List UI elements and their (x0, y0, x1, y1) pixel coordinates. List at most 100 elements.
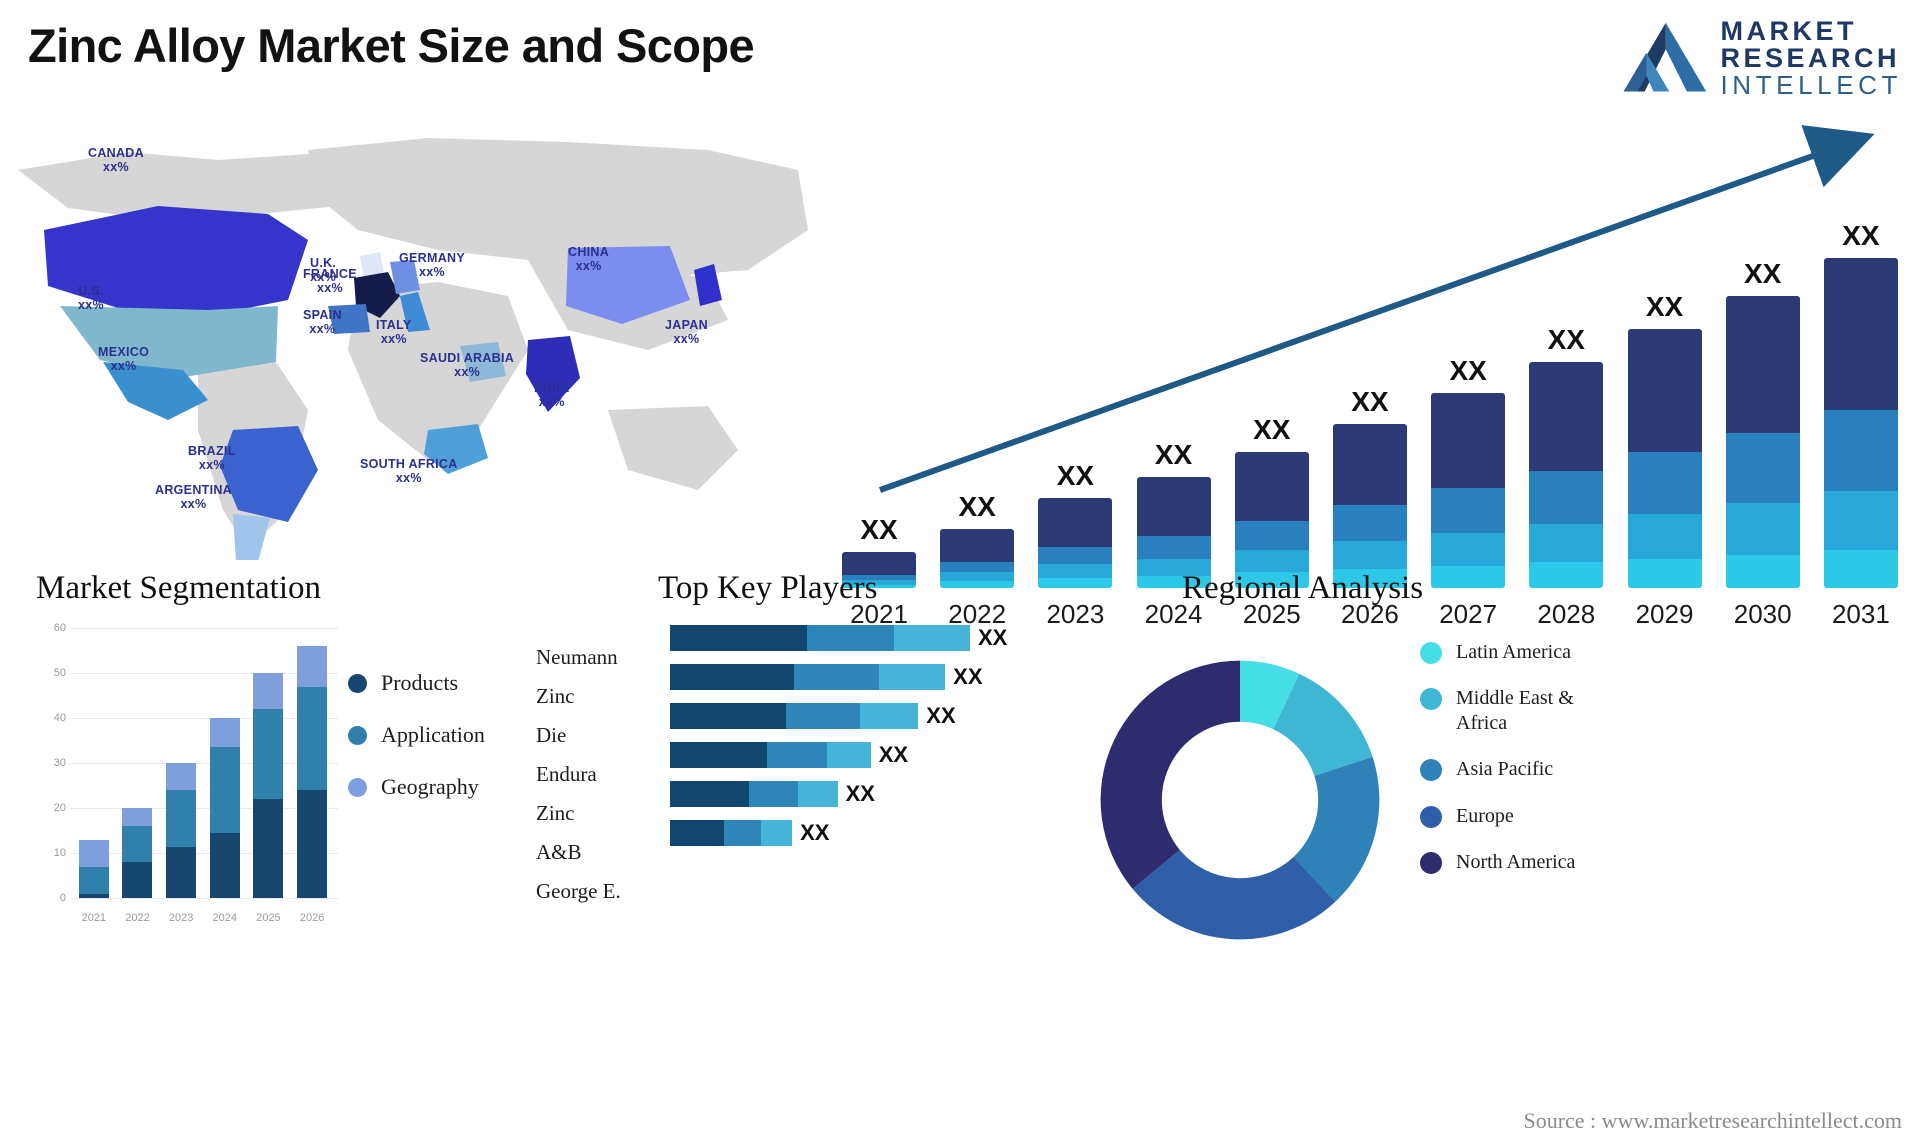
forecast-bar-segment (1627, 328, 1702, 452)
segmentation-legend-item[interactable]: Geography (348, 774, 485, 800)
map-label-country: MEXICO (98, 345, 150, 359)
forecast-stacked-bar (1823, 258, 1898, 588)
forecast-bar-column: XX (1725, 258, 1800, 588)
legend-color-swatch-icon (348, 725, 367, 745)
segmentation-legend-label: Application (381, 722, 485, 747)
regional-legend-item[interactable]: Middle East & Africa (1420, 686, 1626, 735)
top-key-players-panel: Top Key Players Neumann XX Zinc XX Die XX Endu… (530, 570, 1100, 1110)
segmentation-bar-segment (297, 686, 328, 790)
key-player-name: Zinc (536, 684, 575, 708)
segmentation-legend-label: Geography (381, 774, 479, 799)
key-player-value-label: XX (845, 780, 875, 806)
regional-legend-label: Latin America (1456, 641, 1571, 663)
forecast-bar-segment (1823, 258, 1898, 411)
regional-legend-label: Middle East & Africa (1456, 687, 1574, 734)
regional-analysis-panel: Regional Analysis Latin America Middle Ea… (1100, 560, 1900, 1140)
key-player-bar-segment (860, 702, 919, 729)
key-player-bar-segment (767, 741, 828, 768)
key-player-value-label: XX (926, 702, 956, 728)
market-segmentation-panel: Market Segmentation 60 50 40 30 20 10 0 2021 20… (28, 570, 528, 1110)
key-player-stacked-bar (670, 780, 838, 807)
donut-slice-north-america[interactable] (1100, 660, 1240, 889)
map-country-argentina (233, 514, 270, 562)
key-player-name: A&B (536, 840, 582, 864)
forecast-bar-segment (1431, 487, 1506, 533)
key-player-name: Neumann (536, 645, 618, 669)
forecast-bar-column: XX (1431, 355, 1506, 588)
segmentation-bar-segment (122, 808, 153, 826)
segmentation-bar (297, 646, 328, 898)
segmentation-bar-segment (122, 826, 153, 862)
map-label-value: xx% (316, 281, 343, 296)
forecast-bar-segment (1627, 513, 1702, 559)
segmentation-y-tick: 0 (59, 892, 66, 904)
key-player-bar-track: XX (670, 780, 1100, 807)
forecast-stacked-bar (1529, 361, 1604, 588)
segmentation-bar-segment (297, 646, 328, 687)
key-player-stacked-bar (670, 741, 871, 768)
map-label-value: xx% (395, 471, 422, 486)
segmentation-bar-segment (253, 709, 284, 799)
forecast-bar-segment (1529, 361, 1604, 471)
map-label-value: xx% (110, 359, 137, 374)
map-label-value: xx% (309, 322, 336, 337)
map-label-south-africa: SOUTH AFRICA xx% (360, 457, 458, 486)
map-label-germany: GERMANY xx% (399, 251, 465, 280)
mountain-m-logo-icon (1623, 22, 1707, 92)
map-label-canada: CANADA xx% (88, 146, 144, 175)
regional-legend-item[interactable]: Europe (1420, 804, 1626, 828)
map-label-value: xx% (673, 332, 700, 347)
map-label-value: xx% (380, 332, 407, 347)
segmentation-title: Market Segmentation (36, 570, 322, 606)
donut-svg (1100, 660, 1380, 940)
segmentation-bar-segment (297, 790, 328, 898)
segmentation-x-axis: 2021 2022 2023 2024 2025 2026 (72, 912, 334, 924)
regional-legend: Latin America Middle East & Africa Asia Pa… (1420, 640, 1626, 896)
map-label-india: INDIA xx% (534, 381, 570, 410)
forecast-bar-segment (1823, 491, 1898, 550)
forecast-bar-segment (1431, 392, 1506, 488)
forecast-bar-segment (1725, 296, 1800, 433)
segmentation-legend: Products Application Geography (348, 670, 485, 826)
forecast-bar-value-label: XX (1744, 258, 1782, 290)
key-player-bar-track: XX (670, 663, 1100, 690)
infographic-page: Zinc Alloy Market Size and Scope MARKET … (0, 0, 1920, 1146)
key-player-value-label: XX (878, 741, 909, 767)
regional-donut-chart (1070, 630, 1410, 970)
map-label-value: xx% (198, 458, 225, 473)
key-player-stacked-bar (670, 624, 970, 651)
key-player-bar-segment (794, 663, 879, 690)
segmentation-x-tick: 2023 (168, 912, 194, 924)
key-player-bar-segment (670, 702, 786, 729)
map-label-mexico: MEXICO xx% (98, 345, 149, 374)
regional-legend-item[interactable]: Latin America (1420, 640, 1626, 664)
segmentation-legend-item[interactable]: Application (348, 722, 485, 748)
forecast-bar-segment (1627, 451, 1702, 514)
map-label-japan: JAPAN xx% (665, 318, 708, 347)
forecast-bar-segment (1136, 536, 1211, 559)
segmentation-bar (209, 718, 240, 898)
key-player-bar-segment (670, 624, 807, 651)
regional-legend-label: Europe (1456, 804, 1514, 827)
forecast-bar-value-label: XX (1547, 323, 1585, 355)
map-label-value: xx% (419, 265, 445, 280)
segmentation-legend-item[interactable]: Products (348, 670, 485, 696)
regional-legend-item[interactable]: North America (1420, 850, 1626, 874)
brand-logo: MARKET RESEARCH INTELLECT (1620, 18, 1902, 98)
key-player-bar-segment (798, 780, 838, 807)
map-label-country: CANADA (88, 146, 144, 160)
key-player-bar-segment (878, 663, 946, 690)
segmentation-x-tick: 2025 (256, 912, 281, 924)
forecast-stacked-bar (1725, 296, 1800, 588)
key-player-name: Die (536, 723, 567, 747)
legend-color-swatch-icon (348, 673, 367, 693)
forecast-bar-column: XX (1627, 291, 1702, 588)
key-player-bar-segment (827, 741, 871, 768)
map-label-country: SPAIN (303, 308, 342, 322)
logo-wordmark: MARKET RESEARCH INTELLECT (1720, 18, 1902, 99)
map-label-country: U.S. (78, 284, 104, 298)
key-player-bar-segment (670, 780, 749, 807)
segmentation-bar (166, 763, 197, 898)
regional-legend-item[interactable]: Asia Pacific (1420, 757, 1626, 782)
forecast-bar-segment (1529, 524, 1604, 563)
